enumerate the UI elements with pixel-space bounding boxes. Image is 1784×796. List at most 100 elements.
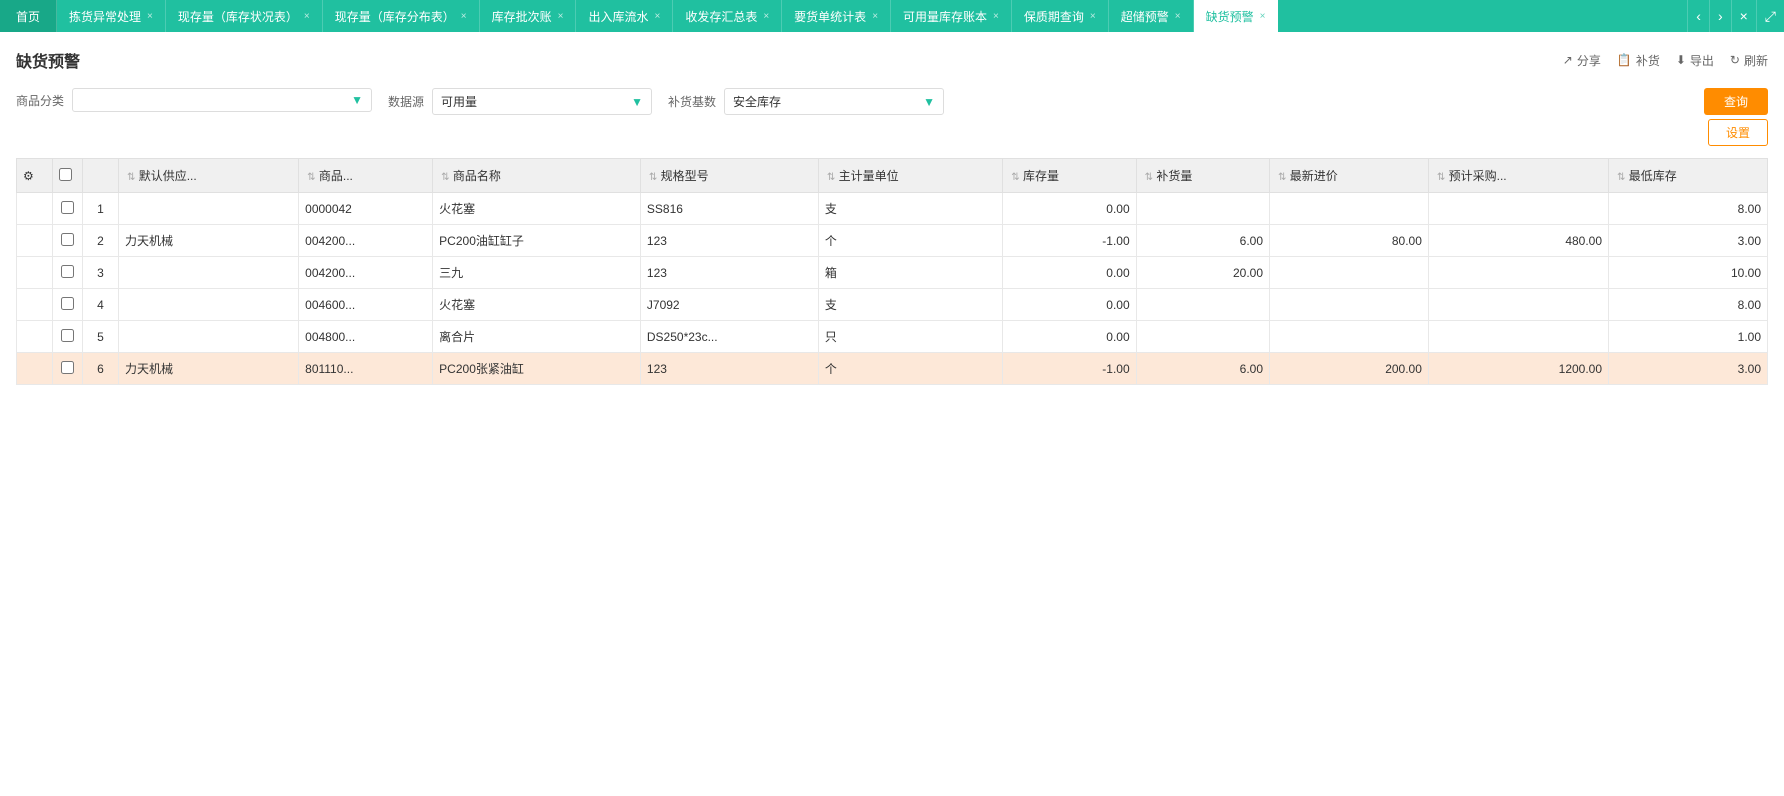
row-supplier: 力天机械 — [119, 225, 299, 257]
tab-order-stats[interactable]: 要货单统计表 × — [782, 0, 891, 32]
datasource-filter-select[interactable]: 可用量 ▼ — [432, 88, 652, 115]
col-checkbox-all[interactable] — [53, 159, 83, 193]
header-actions: ↗ 分享 📋 补货 ⬇ 导出 ↻ 刷新 — [1563, 52, 1768, 69]
tab-expiry-query[interactable]: 保质期查询 × — [1012, 0, 1109, 32]
tab-collect-summary[interactable]: 收发存汇总表 × — [673, 0, 782, 32]
refresh-icon: ↻ — [1730, 53, 1740, 67]
tab-expand-button[interactable]: ⤢ — [1756, 0, 1784, 32]
col-num — [83, 159, 119, 193]
row-inventory: -1.00 — [1003, 225, 1136, 257]
close-tab-batch-account[interactable]: × — [558, 11, 564, 22]
row-replenish-qty — [1136, 321, 1269, 353]
table-row: 2 力天机械 004200... PC200油缸缸子 123 个 -1.00 6… — [17, 225, 1768, 257]
row-unit: 支 — [818, 193, 1002, 225]
row-spec: DS250*23c... — [640, 321, 818, 353]
tab-exception[interactable]: 拣货异常处理 × — [57, 0, 166, 32]
row-checkbox-cell[interactable] — [53, 257, 83, 289]
close-tab-inventory-status[interactable]: × — [304, 11, 310, 22]
row-checkbox-cell[interactable] — [53, 353, 83, 385]
row-est-purchase — [1428, 257, 1608, 289]
settings-button[interactable]: 设置 — [1708, 119, 1768, 146]
row-unit: 只 — [818, 321, 1002, 353]
replenish-button[interactable]: 📋 补货 — [1617, 52, 1660, 69]
row-num: 5 — [83, 321, 119, 353]
row-checkbox[interactable] — [61, 201, 74, 214]
row-min-stock: 8.00 — [1609, 193, 1768, 225]
col-product-code[interactable]: ⇅ 商品... — [299, 159, 433, 193]
col-inventory[interactable]: ⇅ 库存量 — [1003, 159, 1136, 193]
row-inventory: 0.00 — [1003, 257, 1136, 289]
col-spec[interactable]: ⇅ 规格型号 — [640, 159, 818, 193]
tab-next-button[interactable]: › — [1709, 0, 1731, 32]
tab-inventory-status[interactable]: 现存量（库存状况表） × — [166, 0, 323, 32]
row-checkbox-cell[interactable] — [53, 225, 83, 257]
row-est-purchase: 480.00 — [1428, 225, 1608, 257]
row-latest-price — [1270, 321, 1429, 353]
close-tab-collect-summary[interactable]: × — [763, 11, 769, 22]
close-tab-inout-flow[interactable]: × — [654, 11, 660, 22]
share-icon: ↗ — [1563, 53, 1573, 67]
sort-unit-icon: ⇅ — [827, 172, 835, 183]
refresh-button[interactable]: ↻ 刷新 — [1730, 52, 1768, 69]
row-checkbox-cell[interactable] — [53, 289, 83, 321]
col-settings[interactable]: ⚙ — [17, 159, 53, 193]
close-tab-available-ledger[interactable]: × — [993, 11, 999, 22]
row-unit: 个 — [818, 353, 1002, 385]
export-button[interactable]: ⬇ 导出 — [1676, 52, 1714, 69]
col-product-name[interactable]: ⇅ 商品名称 — [433, 159, 641, 193]
close-tab-inventory-dist[interactable]: × — [461, 11, 467, 22]
row-settings-cell — [17, 321, 53, 353]
row-replenish-qty: 6.00 — [1136, 353, 1269, 385]
row-code: 004200... — [299, 225, 433, 257]
col-est-purchase[interactable]: ⇅ 预计采购... — [1428, 159, 1608, 193]
row-checkbox[interactable] — [61, 329, 74, 342]
sort-inventory-icon: ⇅ — [1011, 172, 1019, 183]
sort-code-icon: ⇅ — [307, 172, 315, 183]
tab-overstock[interactable]: 超储预警 × — [1109, 0, 1194, 32]
page-content: 缺货预警 ↗ 分享 📋 补货 ⬇ 导出 ↻ 刷新 商品分类 — [0, 32, 1784, 796]
col-default-supplier[interactable]: ⇅ 默认供应... — [119, 159, 299, 193]
col-latest-price[interactable]: ⇅ 最新进价 — [1270, 159, 1429, 193]
col-unit[interactable]: ⇅ 主计量单位 — [818, 159, 1002, 193]
row-num: 2 — [83, 225, 119, 257]
close-tab-overstock[interactable]: × — [1175, 11, 1181, 22]
tab-available-ledger[interactable]: 可用量库存账本 × — [891, 0, 1012, 32]
row-spec: 123 — [640, 257, 818, 289]
tab-shortage[interactable]: 缺货预警 × — [1194, 0, 1279, 32]
query-button[interactable]: 查询 — [1704, 88, 1768, 115]
row-checkbox[interactable] — [61, 265, 74, 278]
tab-batch-account[interactable]: 库存批次账 × — [480, 0, 577, 32]
sort-name-icon: ⇅ — [441, 172, 449, 183]
row-checkbox-cell[interactable] — [53, 321, 83, 353]
replenish-base-filter-select[interactable]: 安全库存 ▼ — [724, 88, 944, 115]
tab-inout-flow[interactable]: 出入库流水 × — [576, 0, 673, 32]
tab-inventory-dist[interactable]: 现存量（库存分布表） × — [323, 0, 480, 32]
close-tab-expiry-query[interactable]: × — [1090, 11, 1096, 22]
row-replenish-qty: 6.00 — [1136, 225, 1269, 257]
tab-home[interactable]: 首页 — [0, 0, 57, 32]
export-icon: ⬇ — [1676, 53, 1686, 67]
row-checkbox[interactable] — [61, 297, 74, 310]
col-min-stock[interactable]: ⇅ 最低库存 — [1609, 159, 1768, 193]
table-row: 4 004600... 火花塞 J7092 支 0.00 8.00 — [17, 289, 1768, 321]
close-tab-order-stats[interactable]: × — [872, 11, 878, 22]
row-latest-price — [1270, 193, 1429, 225]
share-button[interactable]: ↗ 分享 — [1563, 52, 1601, 69]
row-checkbox[interactable] — [61, 361, 74, 374]
col-replenish-qty[interactable]: ⇅ 补货量 — [1136, 159, 1269, 193]
row-checkbox[interactable] — [61, 233, 74, 246]
category-filter-select[interactable]: ▼ — [72, 88, 372, 112]
tab-close-button[interactable]: × — [1731, 0, 1756, 32]
row-min-stock: 3.00 — [1609, 225, 1768, 257]
close-tab-exception[interactable]: × — [147, 11, 153, 22]
row-min-stock: 3.00 — [1609, 353, 1768, 385]
select-all-checkbox[interactable] — [59, 168, 72, 181]
row-min-stock: 8.00 — [1609, 289, 1768, 321]
replenish-base-filter-label: 补货基数 — [668, 93, 716, 110]
row-checkbox-cell[interactable] — [53, 193, 83, 225]
row-spec: 123 — [640, 353, 818, 385]
row-spec: J7092 — [640, 289, 818, 321]
table-row: 3 004200... 三九 123 箱 0.00 20.00 10.00 — [17, 257, 1768, 289]
tab-prev-button[interactable]: ‹ — [1687, 0, 1709, 32]
close-tab-shortage[interactable]: × — [1260, 11, 1266, 22]
